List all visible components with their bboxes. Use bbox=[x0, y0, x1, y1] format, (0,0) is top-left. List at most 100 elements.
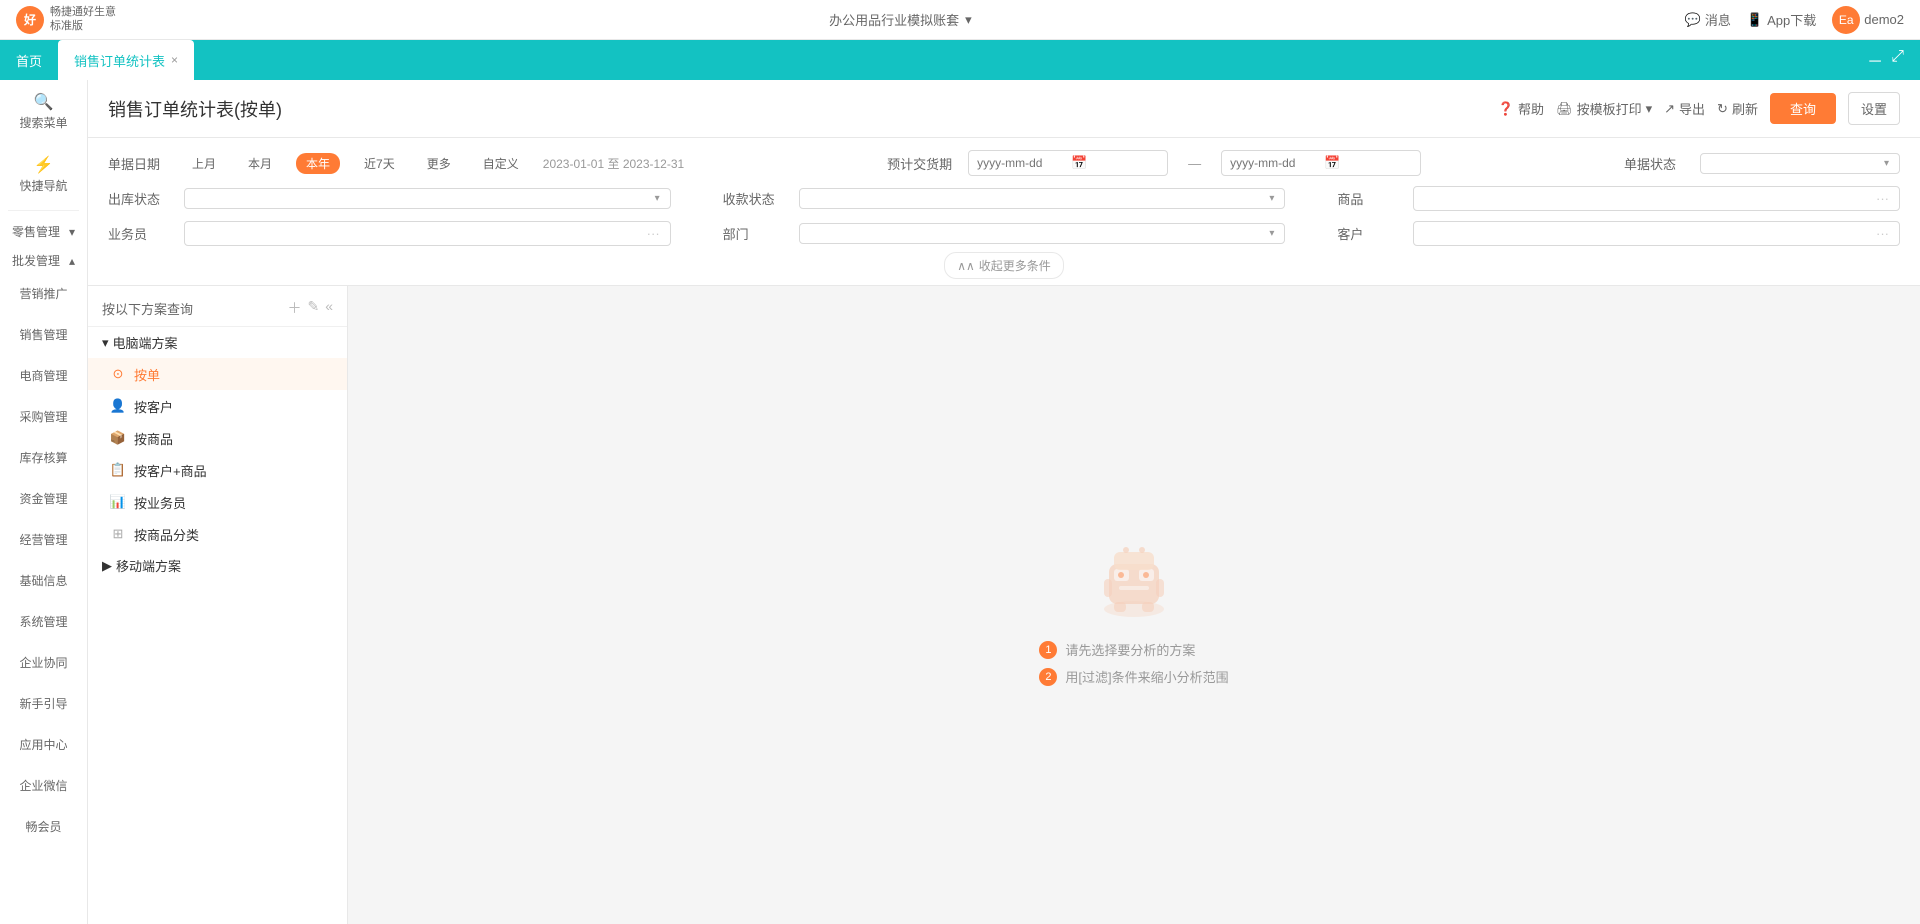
sidebar-item-sales[interactable]: 销售管理 bbox=[4, 316, 83, 353]
left-panel-collapse-btn[interactable]: « bbox=[325, 298, 333, 318]
sidebar-guide-label: 新手引导 bbox=[19, 695, 67, 712]
logo-icon: 好 bbox=[16, 6, 44, 34]
refresh-btn[interactable]: ↻ 刷新 bbox=[1717, 99, 1758, 118]
collapse-btn[interactable]: ∧∧ 收起更多条件 bbox=[944, 252, 1064, 279]
ship-status-arrow: ▾ bbox=[655, 193, 660, 204]
ship-status-label: 出库状态 bbox=[108, 189, 168, 208]
collapse-btn-label: 收起更多条件 bbox=[979, 257, 1051, 274]
tree-item-by-customer-goods[interactable]: 📋 按客户+商品 bbox=[88, 454, 347, 486]
dept-label: 部门 bbox=[723, 224, 783, 243]
app-title-area[interactable]: 办公用品行业模拟账套 ▾ bbox=[829, 10, 972, 29]
sidebar-item-finance[interactable]: 资金管理 bbox=[4, 480, 83, 517]
by-salesperson-icon: 📊 bbox=[108, 492, 128, 512]
tab-minimize-btn[interactable]: － bbox=[1867, 48, 1883, 72]
salesperson-dots[interactable]: ··· bbox=[647, 226, 660, 241]
sidebar-retail-label: 零售管理 bbox=[12, 223, 60, 240]
tab-sales-stats[interactable]: 销售订单统计表 × bbox=[58, 40, 194, 80]
empty-tip-2: 2 用[过滤]条件来缩小分析范围 bbox=[1039, 667, 1228, 686]
pay-status-select[interactable]: ▾ bbox=[799, 188, 1286, 209]
tip-2-number: 2 bbox=[1039, 668, 1057, 686]
top-bar-right: 💬 消息 📱 App下载 Ea demo2 bbox=[1685, 6, 1904, 34]
tab-home[interactable]: 首页 bbox=[0, 40, 58, 80]
tree-item-by-salesperson[interactable]: 📊 按业务员 bbox=[88, 486, 347, 518]
expected-date-start-input[interactable] bbox=[977, 156, 1067, 170]
sidebar-ecom-label: 电商管理 bbox=[19, 367, 67, 384]
sidebar-item-marketing[interactable]: 营销推广 bbox=[4, 275, 83, 312]
customer-select[interactable]: ··· bbox=[1413, 221, 1900, 246]
app-title: 办公用品行业模拟账套 bbox=[829, 10, 959, 29]
sidebar-item-operations[interactable]: 经营管理 bbox=[4, 521, 83, 558]
sidebar-item-member[interactable]: 畅会员 bbox=[4, 808, 83, 845]
refresh-label: 刷新 bbox=[1732, 99, 1758, 118]
sidebar-item-purchase[interactable]: 采购管理 bbox=[4, 398, 83, 435]
date-last7-btn[interactable]: 近7天 bbox=[356, 153, 403, 174]
sidebar-item-enterprise[interactable]: 企业协同 bbox=[4, 644, 83, 681]
query-btn[interactable]: 查询 bbox=[1770, 93, 1836, 124]
status-dropdown-arrow: ▾ bbox=[1884, 158, 1889, 169]
ship-status-select[interactable]: ▾ bbox=[184, 188, 671, 209]
tab-bar-actions: － ⤢ bbox=[1867, 48, 1904, 72]
sidebar-item-search[interactable]: 🔍 搜索菜单 bbox=[4, 82, 83, 141]
date-custom-btn[interactable]: 自定义 bbox=[475, 153, 527, 174]
sidebar-purchase-label: 采购管理 bbox=[19, 408, 67, 425]
app-download-btn[interactable]: 📱 App下载 bbox=[1747, 10, 1816, 29]
sidebar-basic-label: 基础信息 bbox=[19, 572, 67, 589]
tab-maximize-btn[interactable]: ⤢ bbox=[1891, 48, 1904, 72]
right-content: 1 请先选择要分析的方案 2 用[过滤]条件来缩小分析范围 bbox=[348, 286, 1920, 924]
print-btn[interactable]: 🖨 按模板打印 ▾ bbox=[1556, 99, 1652, 118]
date-last-month-btn[interactable]: 上月 bbox=[184, 153, 224, 174]
tree-mobile-group-header[interactable]: ▶ 移动端方案 bbox=[88, 550, 347, 581]
sidebar-inventory-label: 库存核算 bbox=[19, 449, 67, 466]
expected-date-end[interactable]: 📅 bbox=[1221, 150, 1421, 176]
tree-item-by-customer-label: 按客户 bbox=[134, 397, 173, 416]
filter-row-1: 单据日期 上月 本月 本年 近7天 更多 自定义 2023-01-01 至 20… bbox=[88, 138, 1920, 246]
top-bar: 好 畅捷通好生意 标准版 办公用品行业模拟账套 ▾ 💬 消息 📱 App下载 E… bbox=[0, 0, 1920, 40]
tree-pc-group-header[interactable]: ▾ 电脑端方案 bbox=[88, 327, 347, 358]
sidebar-item-system[interactable]: 系统管理 bbox=[4, 603, 83, 640]
date-more-btn[interactable]: 更多 bbox=[419, 153, 459, 174]
sidebar-marketing-label: 营销推广 bbox=[19, 285, 67, 302]
sidebar-item-ecom[interactable]: 电商管理 bbox=[4, 357, 83, 394]
sidebar-item-quick-nav[interactable]: ⚡ 快捷导航 bbox=[4, 145, 83, 204]
print-dropdown-icon[interactable]: ▾ bbox=[1646, 101, 1653, 117]
help-btn[interactable]: ❓ 帮助 bbox=[1498, 99, 1544, 118]
sidebar: 🔍 搜索菜单 ⚡ 快捷导航 零售管理 ▾ 批发管理 ▴ 营销推广 销售管理 电商… bbox=[0, 80, 88, 924]
left-panel-add-btn[interactable]: ＋ bbox=[287, 298, 301, 318]
tree-item-by-goods-label: 按商品 bbox=[134, 429, 173, 448]
top-bar-left: 好 畅捷通好生意 标准版 bbox=[16, 6, 116, 34]
customer-dots[interactable]: ··· bbox=[1876, 226, 1889, 241]
tab-close-icon[interactable]: × bbox=[171, 53, 178, 67]
expected-date-end-input[interactable] bbox=[1230, 156, 1320, 170]
goods-dots[interactable]: ··· bbox=[1876, 191, 1889, 206]
message-btn[interactable]: 💬 消息 bbox=[1685, 10, 1731, 29]
sidebar-item-inventory[interactable]: 库存核算 bbox=[4, 439, 83, 476]
sidebar-item-wechat[interactable]: 企业微信 bbox=[4, 767, 83, 804]
sidebar-item-basic[interactable]: 基础信息 bbox=[4, 562, 83, 599]
settings-btn[interactable]: 设置 bbox=[1848, 92, 1900, 125]
dept-arrow: ▾ bbox=[1269, 228, 1274, 239]
sidebar-item-retail[interactable]: 零售管理 ▾ bbox=[0, 215, 87, 244]
tree-item-by-customer[interactable]: 👤 按客户 bbox=[88, 390, 347, 422]
tree-item-by-salesperson-label: 按业务员 bbox=[134, 493, 186, 512]
dept-select[interactable]: ▾ bbox=[799, 223, 1286, 244]
sidebar-item-apps[interactable]: 应用中心 bbox=[4, 726, 83, 763]
export-label: 导出 bbox=[1679, 99, 1705, 118]
sidebar-item-guide[interactable]: 新手引导 bbox=[4, 685, 83, 722]
export-btn[interactable]: ↗ 导出 bbox=[1664, 99, 1705, 118]
status-select[interactable]: ▾ bbox=[1700, 153, 1900, 174]
goods-select[interactable]: ··· bbox=[1413, 186, 1900, 211]
expected-date-start[interactable]: 📅 bbox=[968, 150, 1168, 176]
tree-item-by-goods[interactable]: 📦 按商品 bbox=[88, 422, 347, 454]
salesperson-select[interactable]: ··· bbox=[184, 221, 671, 246]
left-panel-edit-btn[interactable]: ✎ bbox=[307, 298, 319, 318]
tree-item-by-goods-cat[interactable]: ⊞ 按商品分类 bbox=[88, 518, 347, 550]
logo-text: 畅捷通好生意 标准版 bbox=[50, 6, 116, 32]
date-this-month-btn[interactable]: 本月 bbox=[240, 153, 280, 174]
date-this-year-btn[interactable]: 本年 bbox=[296, 153, 340, 174]
help-icon: ❓ bbox=[1498, 101, 1514, 117]
user-area[interactable]: Ea demo2 bbox=[1832, 6, 1904, 34]
left-panel: 按以下方案查询 ＋ ✎ « ▾ 电脑端方案 ⊙ bbox=[88, 286, 348, 924]
app-title-dropdown-icon[interactable]: ▾ bbox=[965, 12, 972, 28]
tree-item-by-order[interactable]: ⊙ 按单 bbox=[88, 358, 347, 390]
sidebar-item-wholesale[interactable]: 批发管理 ▴ bbox=[0, 244, 87, 273]
